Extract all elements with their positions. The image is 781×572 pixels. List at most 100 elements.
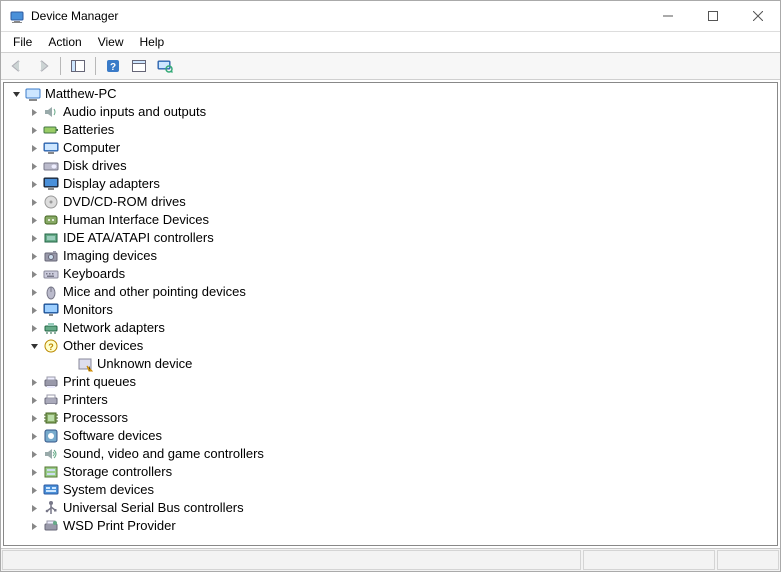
menu-file[interactable]: File — [5, 33, 40, 51]
tree-item-monitors[interactable]: Monitors — [4, 301, 777, 319]
tree-item-ide-ata-atapi-controllers[interactable]: IDE ATA/ATAPI controllers — [4, 229, 777, 247]
expand-icon[interactable] — [26, 320, 42, 336]
tree-item-label: Print queues — [63, 373, 142, 391]
toolbar-help-button[interactable]: ? — [101, 54, 125, 78]
minimize-button[interactable] — [645, 1, 690, 31]
expand-icon[interactable] — [26, 284, 42, 300]
tree-item-label: Disk drives — [63, 157, 133, 175]
menu-help[interactable]: Help — [132, 33, 173, 51]
collapse-icon[interactable] — [26, 338, 42, 354]
expand-icon[interactable] — [26, 428, 42, 444]
expand-icon[interactable] — [26, 140, 42, 156]
toolbar-forward-button[interactable] — [31, 54, 55, 78]
tree-item-label: Batteries — [63, 121, 120, 139]
toolbar-back-button[interactable] — [5, 54, 29, 78]
expand-icon[interactable] — [26, 176, 42, 192]
tree-item-label: Unknown device — [97, 355, 198, 373]
tree-item-sound-video-and-game-controllers[interactable]: Sound, video and game controllers — [4, 445, 777, 463]
tree-item-label: Monitors — [63, 301, 119, 319]
printqueue-icon — [43, 374, 59, 390]
toolbar-properties-button[interactable] — [127, 54, 151, 78]
expand-icon[interactable] — [26, 230, 42, 246]
tree-item-imaging-devices[interactable]: Imaging devices — [4, 247, 777, 265]
toolbar-scan-hardware-button[interactable] — [153, 54, 177, 78]
tree-item-computer[interactable]: Computer — [4, 139, 777, 157]
imaging-icon — [43, 248, 59, 264]
expand-icon[interactable] — [26, 446, 42, 462]
expand-icon[interactable] — [26, 500, 42, 516]
tree-item-processors[interactable]: Processors — [4, 409, 777, 427]
expand-icon[interactable] — [26, 482, 42, 498]
tree-item-printers[interactable]: Printers — [4, 391, 777, 409]
tree-item-display-adapters[interactable]: Display adapters — [4, 175, 777, 193]
tree-item-human-interface-devices[interactable]: Human Interface Devices — [4, 211, 777, 229]
tree-item-system-devices[interactable]: System devices — [4, 481, 777, 499]
other-icon — [43, 338, 59, 354]
computer-icon — [43, 140, 59, 156]
tree-item-audio-inputs-and-outputs[interactable]: Audio inputs and outputs — [4, 103, 777, 121]
tree-item-mice-and-other-pointing-devices[interactable]: Mice and other pointing devices — [4, 283, 777, 301]
expand-icon[interactable] — [26, 410, 42, 426]
expand-icon[interactable] — [26, 158, 42, 174]
tree-item-storage-controllers[interactable]: Storage controllers — [4, 463, 777, 481]
tree-item-other-devices[interactable]: Other devices — [4, 337, 777, 355]
tree-item-network-adapters[interactable]: Network adapters — [4, 319, 777, 337]
device-manager-window: Device Manager File Action View Help ? — [0, 0, 781, 572]
software-icon — [43, 428, 59, 444]
expand-icon[interactable] — [26, 464, 42, 480]
unknown-icon — [77, 356, 93, 372]
expand-icon[interactable] — [26, 194, 42, 210]
menu-action[interactable]: Action — [40, 33, 89, 51]
display-icon — [43, 176, 59, 192]
collapse-icon[interactable] — [8, 86, 24, 102]
battery-icon — [43, 122, 59, 138]
tree-item-root[interactable]: Matthew-PC — [4, 85, 777, 103]
audio-icon — [43, 104, 59, 120]
printer-icon — [43, 392, 59, 408]
toolbar: ? — [1, 52, 780, 80]
tree-item-disk-drives[interactable]: Disk drives — [4, 157, 777, 175]
tree-item-label: Universal Serial Bus controllers — [63, 499, 250, 517]
system-icon — [43, 482, 59, 498]
menu-bar: File Action View Help — [1, 32, 780, 52]
tree-item-label: Software devices — [63, 427, 168, 445]
toolbar-show-hide-tree-button[interactable] — [66, 54, 90, 78]
device-tree: Matthew-PCAudio inputs and outputsBatter… — [4, 85, 777, 535]
tree-item-batteries[interactable]: Batteries — [4, 121, 777, 139]
toolbar-separator — [60, 57, 61, 75]
close-button[interactable] — [735, 1, 780, 31]
expand-icon[interactable] — [26, 248, 42, 264]
tree-item-dvd-cd-rom-drives[interactable]: DVD/CD-ROM drives — [4, 193, 777, 211]
expand-icon[interactable] — [26, 122, 42, 138]
tree-item-software-devices[interactable]: Software devices — [4, 427, 777, 445]
tree-item-label: Network adapters — [63, 319, 171, 337]
tree-item-keyboards[interactable]: Keyboards — [4, 265, 777, 283]
expand-icon[interactable] — [26, 302, 42, 318]
app-icon — [9, 8, 25, 24]
tree-item-label: IDE ATA/ATAPI controllers — [63, 229, 220, 247]
tree-item-label: Audio inputs and outputs — [63, 103, 212, 121]
expand-icon[interactable] — [26, 212, 42, 228]
tree-item-label: Other devices — [63, 337, 149, 355]
svg-text:?: ? — [110, 62, 116, 73]
expand-icon[interactable] — [26, 374, 42, 390]
tree-item-label: Processors — [63, 409, 134, 427]
menu-view[interactable]: View — [90, 33, 132, 51]
tree-item-universal-serial-bus-controllers[interactable]: Universal Serial Bus controllers — [4, 499, 777, 517]
tree-item-unknown-device[interactable]: Unknown device — [4, 355, 777, 373]
tree-item-label: Matthew-PC — [45, 85, 123, 103]
tree-item-label: Display adapters — [63, 175, 166, 193]
tree-item-wsd-print-provider[interactable]: WSD Print Provider — [4, 517, 777, 535]
expand-icon[interactable] — [26, 518, 42, 534]
status-bar — [1, 548, 780, 571]
status-cell — [717, 550, 779, 570]
maximize-button[interactable] — [690, 1, 735, 31]
tree-item-label: Storage controllers — [63, 463, 178, 481]
expand-icon[interactable] — [26, 266, 42, 282]
device-tree-panel[interactable]: Matthew-PCAudio inputs and outputsBatter… — [3, 82, 778, 546]
disk-icon — [43, 158, 59, 174]
expand-icon[interactable] — [26, 392, 42, 408]
expand-icon[interactable] — [26, 104, 42, 120]
tree-item-print-queues[interactable]: Print queues — [4, 373, 777, 391]
tree-item-label: Computer — [63, 139, 126, 157]
